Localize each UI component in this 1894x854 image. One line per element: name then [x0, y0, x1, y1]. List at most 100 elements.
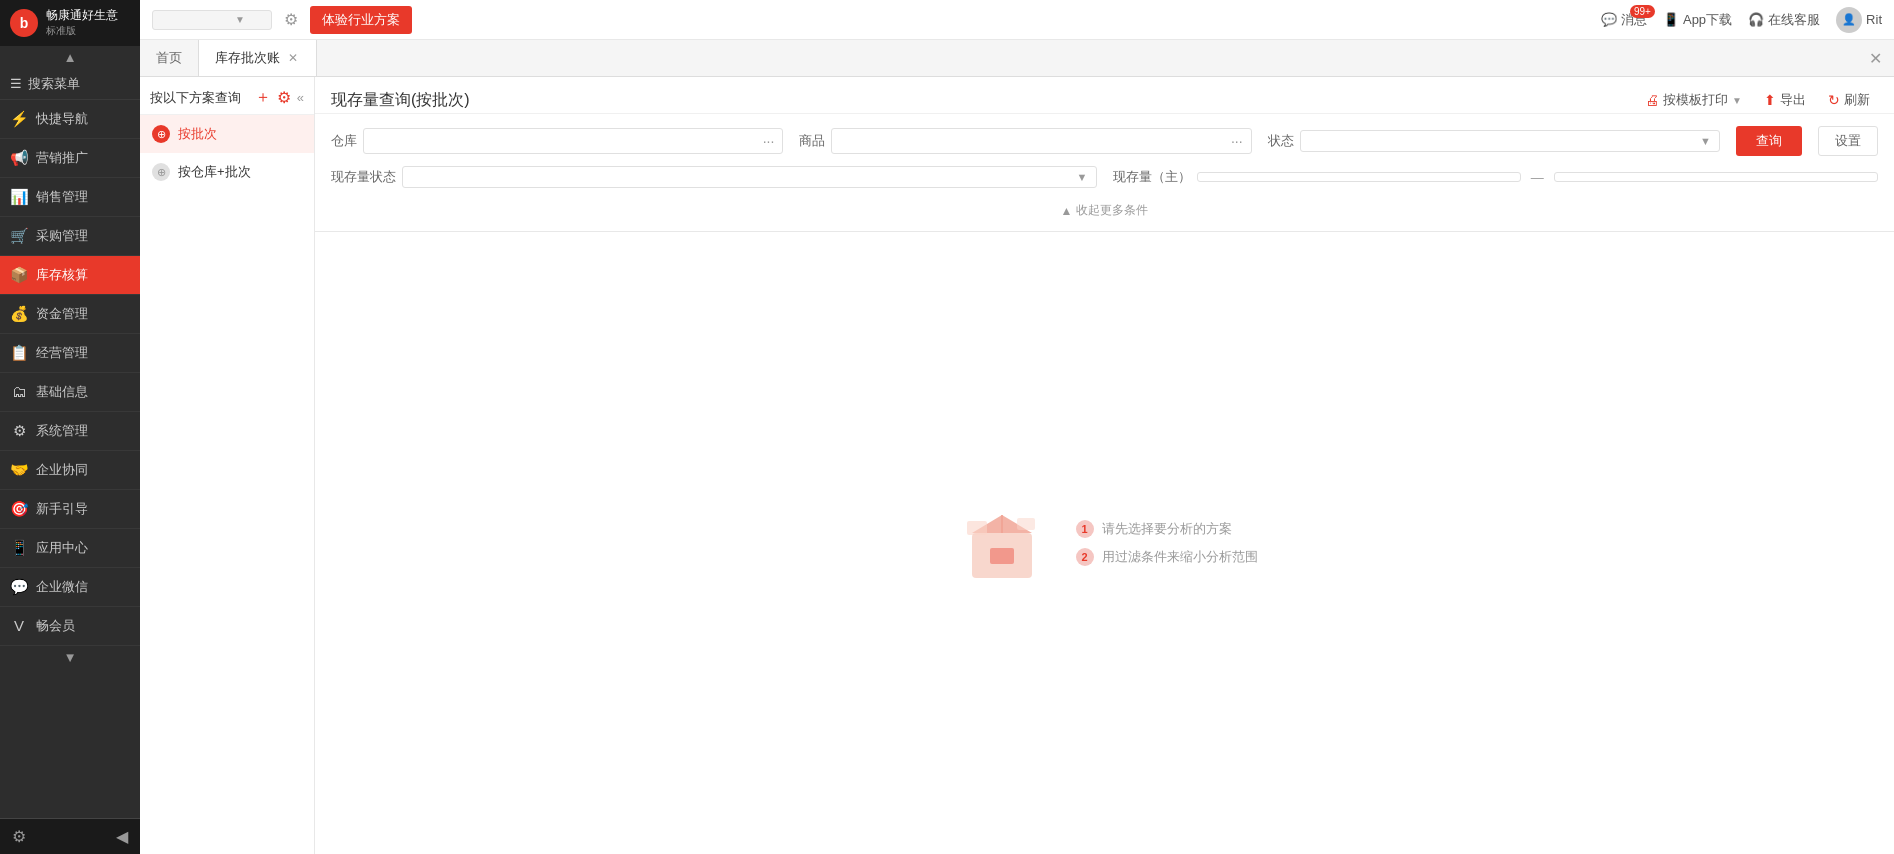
sidebar-item-enterprise[interactable]: 🤝 企业协同 [0, 451, 140, 490]
filter-area: 仓库 ··· 商品 ··· 状态 ▼ [315, 114, 1894, 232]
topbar-search-chevron-icon[interactable]: ▼ [235, 14, 245, 25]
stock-status-label: 现存量状态 [331, 168, 396, 186]
finance-icon: 💰 [10, 305, 28, 323]
stock-qty-from-input[interactable] [1197, 172, 1521, 182]
home-tab-label: 首页 [156, 49, 182, 67]
sidebar-item-label: 基础信息 [36, 383, 88, 401]
sidebar-item-sales[interactable]: 📊 销售管理 [0, 178, 140, 217]
sidebar-item-label: 销售管理 [36, 188, 88, 206]
empty-state-hints: 1 请先选择要分析的方案 2 用过滤条件来缩小分析范围 [1076, 520, 1258, 566]
sidebar-item-inventory[interactable]: 📦 库存核算 [0, 256, 140, 295]
message-action[interactable]: 💬 消息 99+ [1601, 11, 1647, 29]
scheme-warehouse-batch-icon: ⊕ [152, 163, 170, 181]
sidebar-item-operations[interactable]: 📋 经营管理 [0, 334, 140, 373]
online-service-action[interactable]: 🎧 在线客服 [1748, 11, 1820, 29]
vip-icon: V [10, 617, 28, 635]
left-panel-header: 按以下方案查询 ＋ ⚙ « [140, 77, 314, 115]
sidebar-item-marketing[interactable]: 📢 营销推广 [0, 139, 140, 178]
settings-footer-icon[interactable]: ⚙ [12, 827, 26, 846]
page-content: 按以下方案查询 ＋ ⚙ « ⊕ 按批次 ⊕ 按仓库+批次 现存量查询(按批次) [140, 77, 1894, 854]
tab-inventory-batch[interactable]: 库存批次账 ✕ [199, 40, 317, 76]
app-download-action[interactable]: 📱 App下载 [1663, 11, 1732, 29]
topbar-search-box[interactable]: ▼ [152, 10, 272, 30]
scroll-up-button[interactable]: ▲ [0, 46, 140, 69]
search-menu-label: 搜索菜单 [28, 75, 80, 93]
sidebar-item-shortcuts[interactable]: ⚡ 快捷导航 [0, 100, 140, 139]
refresh-button[interactable]: ↻ 刷新 [1820, 87, 1878, 113]
topbar-actions: 💬 消息 99+ 📱 App下载 🎧 在线客服 👤 Rit [1601, 7, 1882, 33]
tab-close-icon[interactable]: ✕ [286, 51, 300, 65]
sidebar-item-label: 畅会员 [36, 617, 75, 635]
collapse-left-panel-icon[interactable]: « [297, 90, 304, 105]
scheme-by-batch[interactable]: ⊕ 按批次 [140, 115, 314, 153]
scheme-by-warehouse-batch[interactable]: ⊕ 按仓库+批次 [140, 153, 314, 191]
stock-qty-to-input[interactable] [1554, 172, 1878, 182]
experience-btn[interactable]: 体验行业方案 [310, 6, 412, 34]
operations-icon: 📋 [10, 344, 28, 362]
sidebar-scroll: ▲ ☰ 搜索菜单 ⚡ 快捷导航 📢 营销推广 📊 销售管理 🛒 采购管理 📦 库… [0, 46, 140, 818]
sidebar-item-label: 营销推广 [36, 149, 88, 167]
scheme-warehouse-batch-label: 按仓库+批次 [178, 163, 251, 181]
sidebar-footer: ⚙ ◀ [0, 818, 140, 854]
filter-settings-button[interactable]: 设置 [1818, 126, 1878, 156]
sidebar-search-menu[interactable]: ☰ 搜索菜单 [0, 69, 140, 100]
sidebar: b 畅康通好生意 标准版 ▲ ☰ 搜索菜单 ⚡ 快捷导航 📢 营销推广 📊 销售… [0, 0, 140, 854]
scroll-down-button[interactable]: ▼ [0, 646, 140, 669]
basic-icon: 🗂 [10, 383, 28, 401]
warehouse-input[interactable]: ··· [363, 128, 783, 154]
product-label: 商品 [799, 132, 825, 150]
topbar: ▼ ⚙ 体验行业方案 💬 消息 99+ 📱 App下载 🎧 在线客服 👤 Rit [140, 0, 1894, 40]
sales-icon: 📊 [10, 188, 28, 206]
stock-status-filter-group: 现存量状态 ▼ [331, 166, 1097, 188]
svg-rect-2 [990, 548, 1014, 564]
status-select[interactable]: ▼ [1300, 130, 1720, 152]
export-button[interactable]: ⬆ 导出 [1756, 87, 1814, 113]
user-profile-action[interactable]: 👤 Rit [1836, 7, 1882, 33]
stock-status-select[interactable]: ▼ [402, 166, 1097, 188]
filter-row-2: 现存量状态 ▼ 现存量（主） — [331, 166, 1878, 188]
export-icon: ⬆ [1764, 92, 1776, 108]
stock-qty-filter-group: 现存量（主） — [1113, 168, 1879, 186]
sidebar-item-wechat[interactable]: 💬 企业微信 [0, 568, 140, 607]
collapse-filter-button[interactable]: ▲ 收起更多条件 [331, 198, 1878, 223]
tab-panel-close-icon[interactable]: ✕ [1857, 49, 1894, 68]
sidebar-item-appcenter[interactable]: 📱 应用中心 [0, 529, 140, 568]
topbar-search-input[interactable] [161, 13, 231, 27]
sidebar-item-basic[interactable]: 🗂 基础信息 [0, 373, 140, 412]
sidebar-item-label: 库存核算 [36, 266, 88, 284]
collapse-sidebar-icon[interactable]: ◀ [116, 827, 128, 846]
shortcuts-icon: ⚡ [10, 110, 28, 128]
sidebar-item-newuser[interactable]: 🎯 新手引导 [0, 490, 140, 529]
product-input[interactable]: ··· [831, 128, 1251, 154]
username-label: Rit [1866, 12, 1882, 27]
scheme-settings-icon[interactable]: ⚙ [277, 88, 291, 107]
page-title: 现存量查询(按批次) [331, 90, 470, 111]
sidebar-item-system[interactable]: ⚙ 系统管理 [0, 412, 140, 451]
scheme-batch-label: 按批次 [178, 125, 217, 143]
message-badge: 99+ [1630, 5, 1655, 18]
warehouse-label: 仓库 [331, 132, 357, 150]
right-panel: 现存量查询(按批次) 🖨 按模板打印 ▼ ⬆ 导出 ↻ 刷新 [315, 77, 1894, 854]
sidebar-item-purchase[interactable]: 🛒 采购管理 [0, 217, 140, 256]
company-name: 畅康通好生意 [46, 8, 118, 24]
page-toolbar: 🖨 按模板打印 ▼ ⬆ 导出 ↻ 刷新 [1637, 87, 1878, 113]
sidebar-item-label: 新手引导 [36, 500, 88, 518]
chevron-up-icon: ▲ [1061, 204, 1073, 218]
app-download-icon: 📱 [1663, 12, 1679, 27]
collapse-filter-label: 收起更多条件 [1076, 202, 1148, 219]
online-service-label: 在线客服 [1768, 11, 1820, 29]
query-button[interactable]: 查询 [1736, 126, 1802, 156]
tab-home[interactable]: 首页 [140, 40, 199, 76]
print-template-button[interactable]: 🖨 按模板打印 ▼ [1637, 87, 1750, 113]
sidebar-item-finance[interactable]: 💰 资金管理 [0, 295, 140, 334]
empty-hint-1: 1 请先选择要分析的方案 [1076, 520, 1258, 538]
topbar-gear-icon[interactable]: ⚙ [284, 10, 298, 29]
sidebar-item-label: 企业微信 [36, 578, 88, 596]
sidebar-item-vip[interactable]: V 畅会员 [0, 607, 140, 646]
empty-state-content: 1 请先选择要分析的方案 2 用过滤条件来缩小分析范围 [952, 493, 1258, 593]
newuser-icon: 🎯 [10, 500, 28, 518]
empty-hint-2-text: 用过滤条件来缩小分析范围 [1102, 548, 1258, 566]
add-scheme-button[interactable]: ＋ [255, 87, 271, 108]
warehouse-filter-group: 仓库 ··· [331, 128, 783, 154]
app-edition: 标准版 [46, 24, 118, 38]
